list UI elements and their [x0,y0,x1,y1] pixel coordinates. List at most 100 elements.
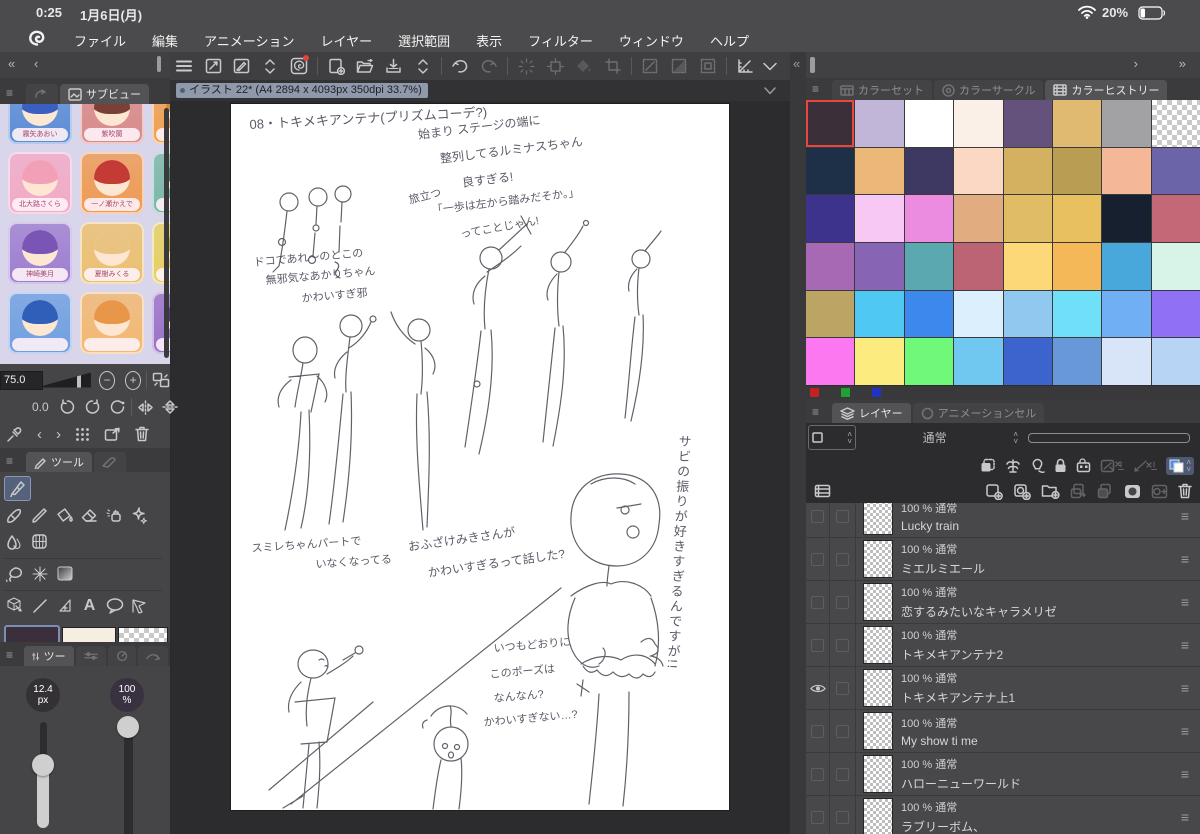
color-history-swatch[interactable] [1151,338,1200,385]
subview-rotate-value[interactable]: 0.0 [32,400,49,414]
layer-thumbnail[interactable] [863,583,893,621]
onion-skin-icon[interactable] [1005,458,1021,474]
new-canvas-icon[interactable] [326,55,347,77]
tab-animation-cel[interactable]: アニメーションセル [912,403,1045,423]
collapse-left-icon[interactable]: « [8,56,15,71]
subview-zoom-value[interactable]: 75.0 [0,370,44,390]
tab-subview[interactable]: サブビュー [60,84,149,104]
tool-blend[interactable] [2,530,27,553]
swap-chevrons-icon[interactable] [260,55,281,77]
color-history-swatch[interactable] [954,195,1003,242]
undo-icon[interactable] [450,55,471,77]
tab-stroke[interactable] [137,646,168,666]
menu-item[interactable]: アニメーション [204,34,294,49]
layer-menu-icon[interactable]: ≡ [1170,723,1200,739]
color-history-swatch[interactable] [1003,290,1052,338]
tab-color-circle[interactable]: カラーサークル [934,80,1044,100]
layer-menu-icon[interactable]: ≡ [1170,594,1200,610]
color-history-swatch[interactable] [1052,147,1102,195]
color-history-swatch[interactable] [1151,195,1200,242]
tool-balloon[interactable] [102,594,127,617]
layer-menu-icon[interactable]: ≡ [1170,766,1200,782]
layer-select-cell[interactable] [830,667,856,709]
redo-icon[interactable] [479,55,500,77]
color-chip[interactable] [872,388,881,397]
tool-auto-select[interactable] [27,562,52,585]
color-history-swatch[interactable] [806,338,855,385]
clip-at-layer-below-icon[interactable] [980,458,996,473]
open-file-icon[interactable] [355,55,376,77]
zoom-in-button[interactable]: + [125,370,142,390]
color-history-swatch[interactable] [1151,243,1200,290]
layer-thumbnail[interactable] [863,712,893,750]
back-icon[interactable]: ‹ [34,56,38,71]
layer-select-cell[interactable] [830,710,856,752]
reset-rotate-icon[interactable] [109,399,126,415]
color-history-swatch[interactable] [1102,243,1151,290]
panel-menu-icon[interactable]: ≡ [6,86,20,100]
invert-selection-icon[interactable] [669,55,690,77]
layer-select-cell[interactable] [830,624,856,666]
clip-studio-app-icon[interactable] [289,55,310,77]
tool-panel-menu-icon[interactable]: ≡ [6,454,20,468]
canvas-page[interactable]: 08・トキメキアンテナ(プリズムコーデ?) 始まり ステージの端に 整列してるルミナ… [231,104,729,810]
grid-view-icon[interactable] [75,427,90,442]
color-history-swatch[interactable] [1052,290,1102,338]
color-history-swatch[interactable] [1052,100,1102,147]
layer-menu-icon[interactable]: ≡ [1170,809,1200,825]
tab-tool[interactable]: ツール [26,452,92,472]
tab-layer[interactable]: レイヤー [832,403,911,423]
menu-item[interactable]: 選択範囲 [398,34,450,49]
layer-menu-icon[interactable]: ≡ [1170,551,1200,567]
tool-lasso[interactable] [2,562,27,585]
expand-right-icon[interactable]: » [1179,56,1186,71]
layer-select-cell[interactable] [830,796,856,834]
menu-item[interactable]: 編集 [152,34,178,49]
toolbar-expand-icon[interactable] [759,55,780,77]
menu-item[interactable]: ウィンドウ [619,34,684,49]
snap-ruler-icon[interactable] [735,55,756,77]
layer-select-cell[interactable] [830,753,856,795]
next-page-icon[interactable]: › [56,426,61,443]
tool-operation[interactable] [2,594,27,617]
tab-brush-settings[interactable] [75,646,106,666]
tool-decoration[interactable] [127,504,152,527]
brush-opacity-track[interactable] [124,724,133,834]
select-wand-icon[interactable] [516,55,537,77]
tool-line[interactable] [27,594,52,617]
tab-navigator[interactable] [26,84,58,104]
selection-border-icon[interactable] [697,55,718,77]
tab-color-history[interactable]: カラーヒストリー [1045,80,1168,100]
fill-enclosed-icon[interactable] [574,55,595,77]
layer-opacity-slider[interactable] [1028,432,1190,443]
color-history-swatch[interactable] [1102,338,1151,385]
color-history-swatch[interactable] [855,147,904,195]
panel-grip[interactable] [157,56,161,72]
lock-layer-icon[interactable] [1054,458,1067,473]
deselect-icon[interactable] [640,55,661,77]
color-history-swatch[interactable] [904,338,954,385]
rotate-cw-icon[interactable] [84,399,101,415]
flip-horizontal-icon[interactable] [137,399,154,415]
layer-thumbnail[interactable] [863,503,893,535]
color-history-swatch[interactable] [904,243,954,290]
layer-select-cell[interactable] [830,503,856,537]
light-table-icon[interactable] [1030,458,1046,474]
new-folder-icon[interactable] [1041,483,1060,499]
tab-color-set[interactable]: カラーセット [832,80,932,100]
tool-pencil[interactable] [27,504,52,527]
layer-panel-menu-icon[interactable]: ≡ [812,405,826,419]
tab-tool-property[interactable]: ツー [24,646,74,666]
layer-thumbnail-size-button[interactable]: ˄ ˅ [808,425,856,450]
trash-icon[interactable] [135,426,149,442]
open-image-icon[interactable] [104,427,121,442]
layer-visibility-cell[interactable] [806,581,830,623]
layer-row[interactable]: 100 % 通常 Lucky train ≡ [806,503,1200,538]
tab-gauge[interactable] [107,646,136,666]
subview-zoom-slider[interactable] [43,372,92,388]
tool-frame[interactable] [127,594,152,617]
subview-image[interactable]: 霧矢あおい 紫吹蘭 北大路さくら 一ノ瀬かえで 神崎美月 夏樹みくる [0,104,170,364]
tab-list-chevron-icon[interactable] [764,86,776,95]
layer-row[interactable]: 100 % 通常 My show ti me ≡ [806,710,1200,753]
color-history-swatch[interactable] [954,147,1003,195]
